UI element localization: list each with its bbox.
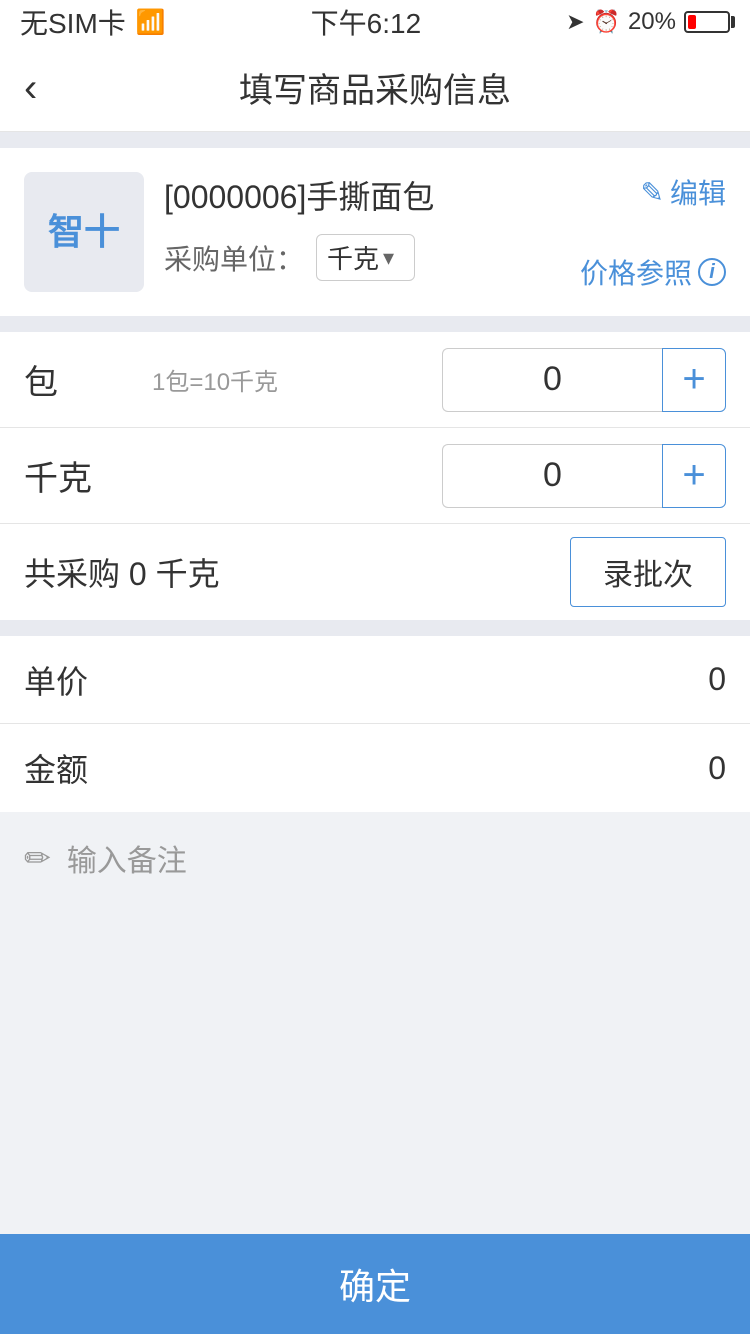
summary-row: 共采购 0 千克 录批次 (0, 524, 750, 620)
kg-input[interactable] (442, 444, 662, 508)
edit-icon: ✎ (641, 176, 664, 209)
pack-sublabel: 1包=10千克 (152, 362, 442, 397)
confirm-label: 确定 (339, 1258, 411, 1310)
unit-price-value: 0 (708, 661, 726, 698)
note-icon: ✏ (24, 839, 51, 877)
edit-label: 编辑 (670, 172, 726, 212)
carrier-label: 无SIM卡 (20, 2, 126, 42)
price-ref-button[interactable]: 价格参照 i (580, 252, 726, 292)
product-card: 智十 [0000006]手撕面包 采购单位： 千克 ▾ ✎ 编辑 价格参照 i (0, 148, 750, 316)
input-section: 包 1包=10千克 + 千克 + (0, 332, 750, 524)
price-ref-icon: i (698, 258, 726, 286)
amount-label: 金额 (24, 745, 88, 791)
status-bar: 无SIM卡 📶 下午6:12 ➤ ⏰ 20% (0, 0, 750, 44)
pack-input-row: 包 1包=10千克 + (0, 332, 750, 428)
price-ref-label: 价格参照 (580, 252, 692, 292)
price-section: 单价 0 金额 0 (0, 636, 750, 812)
price-divider (0, 620, 750, 636)
unit-price-label: 单价 (24, 657, 88, 703)
status-left: 无SIM卡 📶 (20, 2, 166, 42)
nav-bar: ‹ 填写商品采购信息 (0, 44, 750, 132)
summary-text: 共采购 0 千克 (24, 549, 220, 595)
note-section[interactable]: ✏ 输入备注 (0, 812, 750, 904)
product-image: 智十 (24, 172, 144, 292)
kg-input-wrap: + (442, 444, 726, 508)
confirm-button[interactable]: 确定 (0, 1234, 750, 1334)
kg-plus-button[interactable]: + (662, 444, 726, 508)
unit-prefix-label: 采购单位： (164, 238, 304, 278)
unit-arrow-icon: ▾ (383, 245, 394, 271)
status-right: ➤ ⏰ 20% (566, 8, 730, 36)
wifi-icon: 📶 (136, 8, 166, 37)
unit-price-row: 单价 0 (0, 636, 750, 724)
amount-value: 0 (708, 750, 726, 787)
battery-indicator (684, 11, 730, 33)
pack-label: 包 (24, 355, 144, 404)
amount-row: 金额 0 (0, 724, 750, 812)
kg-input-row: 千克 + (0, 428, 750, 524)
location-icon: ➤ (566, 9, 584, 35)
page-title: 填写商品采购信息 (239, 63, 511, 112)
top-divider (0, 132, 750, 148)
back-button[interactable]: ‹ (24, 68, 37, 108)
batch-button[interactable]: 录批次 (570, 537, 726, 607)
battery-label: 20% (628, 8, 676, 36)
kg-label: 千克 (24, 451, 144, 500)
pack-plus-button[interactable]: + (662, 348, 726, 412)
content-spacer (0, 904, 750, 1104)
time-label: 下午6:12 (311, 2, 422, 42)
pack-input-wrap: + (442, 348, 726, 412)
unit-select[interactable]: 千克 ▾ (316, 234, 415, 281)
edit-button[interactable]: ✎ 编辑 (641, 172, 726, 212)
alarm-icon: ⏰ (593, 9, 620, 35)
pack-input[interactable] (442, 348, 662, 412)
product-image-text: 智十 (48, 210, 120, 253)
unit-value: 千克 (327, 239, 379, 276)
mid-divider (0, 316, 750, 332)
note-placeholder: 输入备注 (67, 836, 187, 880)
